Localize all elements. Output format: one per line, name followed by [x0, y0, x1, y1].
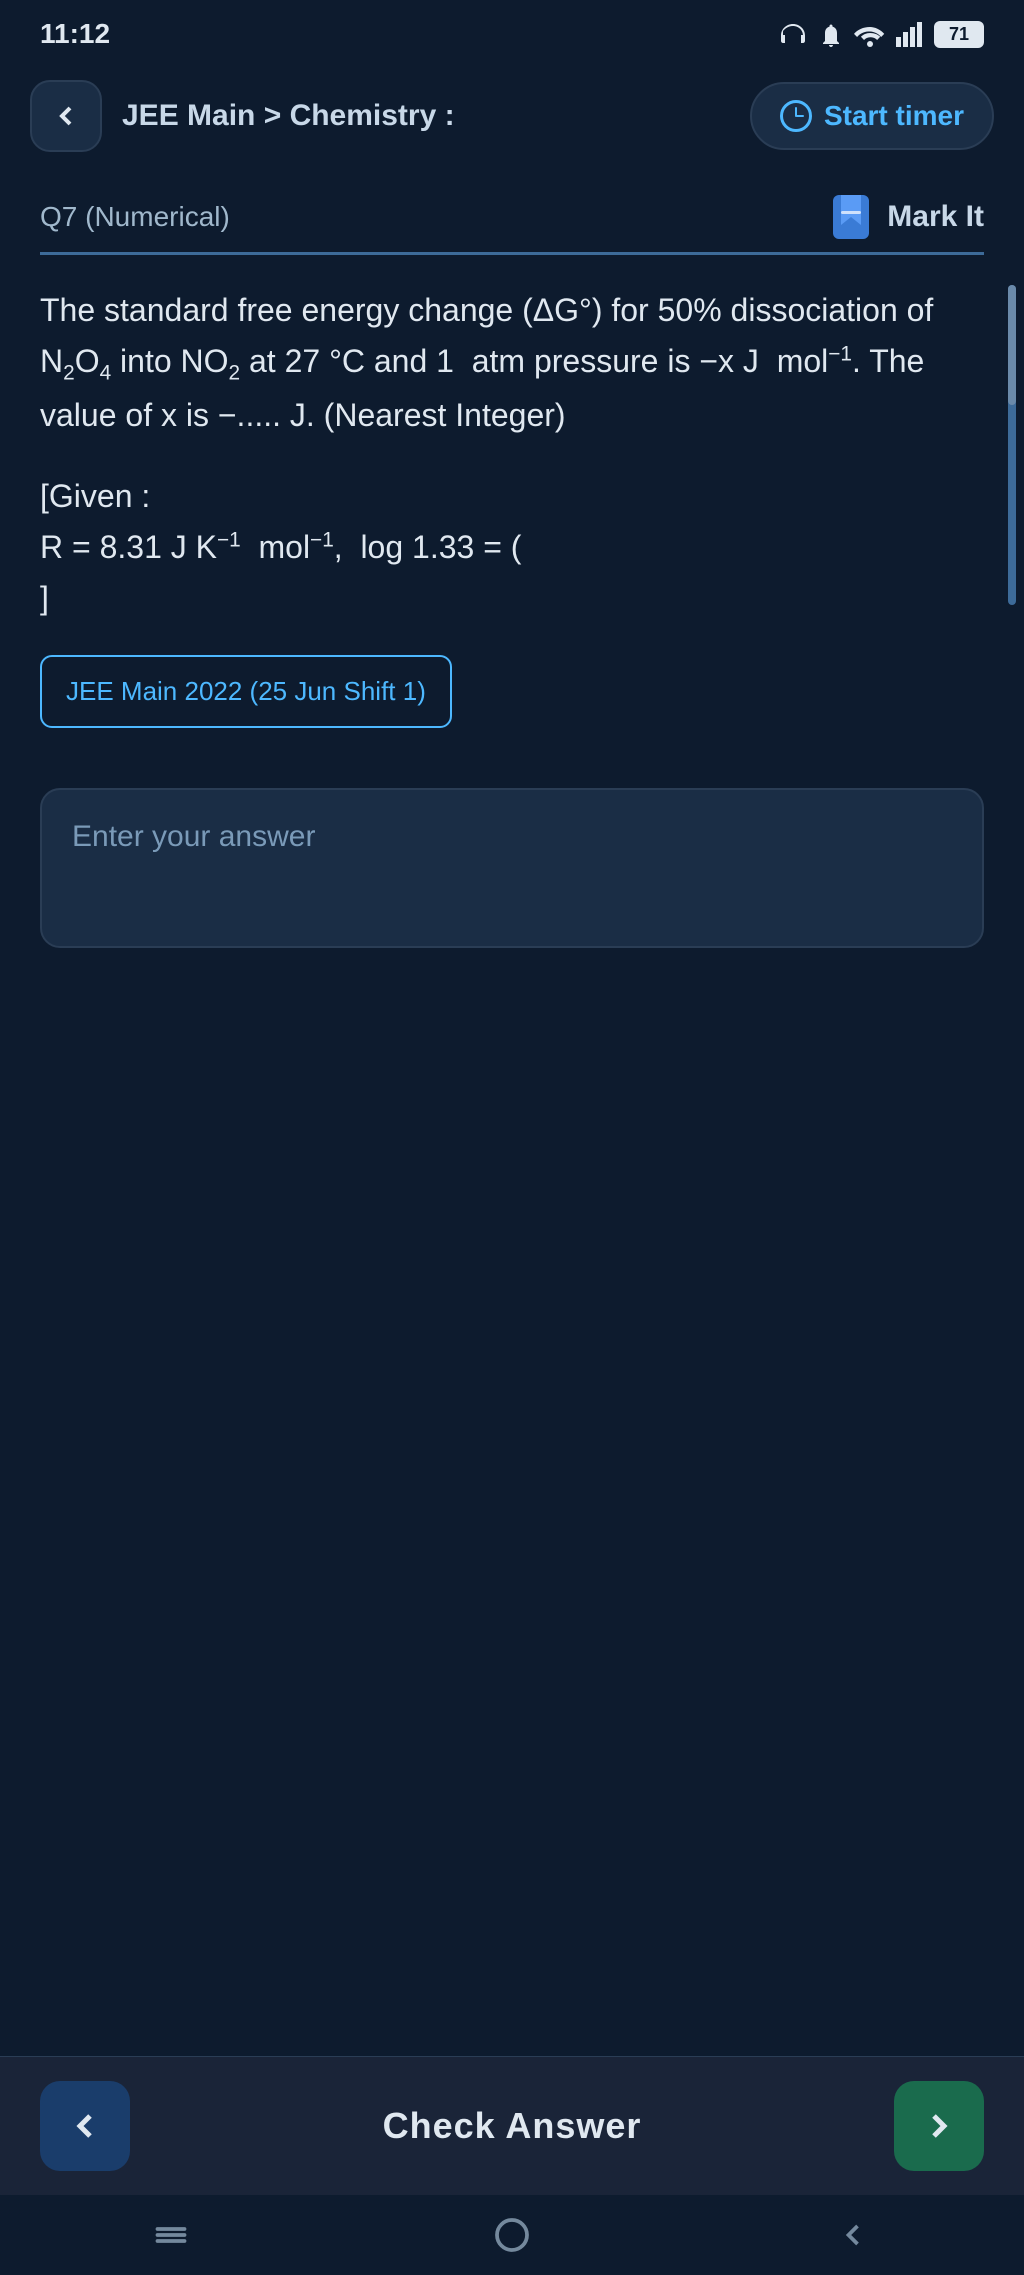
- answer-input[interactable]: [40, 788, 984, 948]
- given-close: ]: [40, 573, 964, 624]
- question-paragraph: The standard free energy change (ΔG°) fo…: [40, 285, 964, 441]
- next-question-button[interactable]: [894, 2081, 984, 2171]
- back-icon: [50, 100, 82, 132]
- prev-question-button[interactable]: [40, 2081, 130, 2171]
- question-text: The standard free energy change (ΔG°) fo…: [40, 285, 984, 728]
- question-label: Q7 (Numerical): [40, 201, 230, 233]
- menu-lines-icon: [153, 2217, 189, 2253]
- back-button[interactable]: [30, 80, 102, 152]
- mark-it-label: Mark It: [887, 200, 984, 234]
- back-triangle-icon: [835, 2217, 871, 2253]
- given-section: [Given : R = 8.31 J K−1 mol−1, log 1.33 …: [40, 471, 964, 625]
- timer-label: Start timer: [824, 100, 964, 132]
- android-back-icon[interactable]: [835, 2217, 871, 2253]
- battery-indicator: 71: [934, 21, 984, 48]
- question-tag: JEE Main 2022 (25 Jun Shift 1): [40, 625, 964, 729]
- prev-icon: [65, 2106, 105, 2146]
- tag-label: JEE Main 2022 (25 Jun Shift 1): [40, 655, 452, 729]
- question-header: Q7 (Numerical) Mark It: [0, 172, 1024, 252]
- signal-icon: [896, 21, 924, 47]
- scroll-indicator[interactable]: [1008, 285, 1016, 605]
- nav-title: JEE Main > Chemistry :: [122, 99, 730, 133]
- headphone-icon: [778, 21, 808, 47]
- android-menu-icon[interactable]: [153, 2217, 189, 2253]
- time-display: 11:12: [40, 18, 110, 50]
- bell-icon: [818, 19, 844, 49]
- given-label: [Given :: [40, 471, 964, 522]
- nav-bar: JEE Main > Chemistry : Start timer: [0, 60, 1024, 172]
- timer-icon: [780, 100, 812, 132]
- mark-it-button[interactable]: Mark It: [829, 192, 984, 242]
- question-content: The standard free energy change (ΔG°) fo…: [0, 255, 1024, 758]
- answer-section: [0, 758, 1024, 983]
- start-timer-button[interactable]: Start timer: [750, 82, 994, 150]
- android-home-icon[interactable]: [494, 2217, 530, 2253]
- given-values: R = 8.31 J K−1 mol−1, log 1.33 = (: [40, 522, 964, 573]
- android-nav-bar: [0, 2195, 1024, 2275]
- bookmark-icon: [829, 192, 873, 242]
- status-icons: 71: [778, 19, 984, 49]
- scroll-thumb: [1008, 285, 1016, 405]
- status-bar: 11:12 71: [0, 0, 1024, 60]
- check-answer-button[interactable]: Check Answer: [383, 2105, 642, 2147]
- bottom-bar: Check Answer: [0, 2056, 1024, 2195]
- home-circle-icon: [494, 2217, 530, 2253]
- next-icon: [919, 2106, 959, 2146]
- wifi-icon: [854, 21, 886, 47]
